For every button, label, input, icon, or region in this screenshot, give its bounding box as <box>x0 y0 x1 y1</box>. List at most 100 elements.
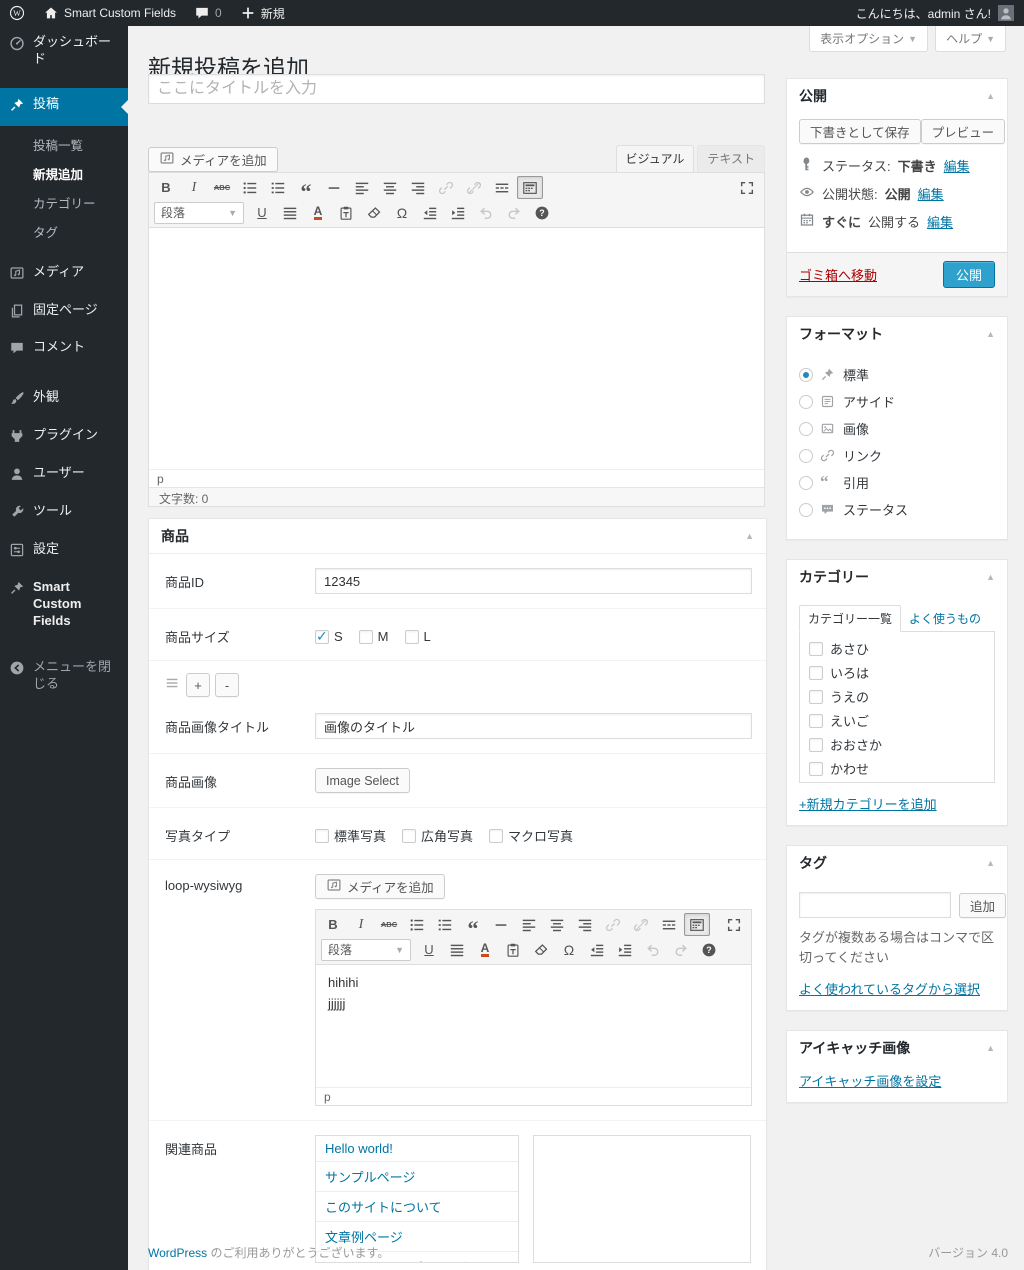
repeat-remove-button[interactable]: - <box>215 673 239 697</box>
format-option-5[interactable]: ステータス <box>799 500 995 519</box>
photo-type-option-0[interactable]: 標準写真 <box>315 826 386 845</box>
sidebar-item-dashboard[interactable]: ダッシュボード <box>0 26 128 76</box>
set-featured-image-link[interactable]: アイキャッチ画像を設定 <box>799 1074 941 1089</box>
indent-button[interactable] <box>612 938 638 961</box>
fullscreen-button[interactable] <box>721 913 747 936</box>
edit-visibility-link[interactable]: 編集 <box>918 184 944 203</box>
featured-image-metabox-header[interactable]: アイキャッチ画像 ▲ <box>787 1031 1007 1065</box>
howdy-greeting[interactable]: こんにちは、admin さん! <box>856 5 991 22</box>
collapse-toggle-icon[interactable]: ▲ <box>986 329 995 339</box>
paste-button[interactable] <box>333 201 359 224</box>
submenu-item-0[interactable]: 投稿一覧 <box>0 130 128 159</box>
help-button[interactable]: ? <box>529 201 555 224</box>
photo-type-option-2[interactable]: マクロ写真 <box>489 826 573 845</box>
paragraph-format-select[interactable]: 段落 ▼ <box>154 201 244 224</box>
photo-type-option-1[interactable]: 広角写真 <box>402 826 473 845</box>
publish-metabox-header[interactable]: 公開 ▲ <box>787 79 1007 113</box>
drag-handle-icon[interactable] <box>165 675 181 696</box>
underline-button[interactable]: U <box>249 201 275 224</box>
related-product-item-0[interactable]: Hello world! <box>316 1136 518 1162</box>
redo-button[interactable] <box>501 201 527 224</box>
aligncenter-button[interactable] <box>544 913 570 936</box>
tab-all-categories[interactable]: カテゴリー一覧 <box>799 605 902 632</box>
sidebar-item-posts[interactable]: 投稿 <box>0 87 128 126</box>
format-metabox-header[interactable]: フォーマット ▲ <box>787 317 1007 351</box>
add-media-button[interactable]: メディアを追加 <box>148 147 278 172</box>
bold-button[interactable]: B <box>153 176 179 199</box>
kitchensink-button[interactable] <box>684 913 710 936</box>
collapse-toggle-icon[interactable]: ▲ <box>986 572 995 582</box>
category-item-4[interactable]: おおさか <box>809 735 994 754</box>
collapse-toggle-icon[interactable]: ▲ <box>986 858 995 868</box>
product-id-input[interactable] <box>315 568 752 594</box>
kitchensink-button[interactable] <box>517 176 543 199</box>
tab-text[interactable]: テキスト <box>697 145 765 172</box>
related-product-item-2[interactable]: このサイトについて <box>316 1192 518 1222</box>
edit-status-link[interactable]: 編集 <box>944 156 970 175</box>
avatar[interactable] <box>998 5 1014 21</box>
photo-type-option-checkbox[interactable] <box>402 828 417 843</box>
size-option-1[interactable]: M <box>358 629 389 644</box>
forecolor-button[interactable]: A <box>305 201 331 224</box>
editor-content-area[interactable] <box>149 228 764 469</box>
category-checkbox[interactable] <box>809 665 823 680</box>
category-checkbox[interactable] <box>809 761 823 776</box>
bold-button[interactable]: B <box>320 913 346 936</box>
strike-button[interactable]: ABC <box>376 913 402 936</box>
category-item-2[interactable]: うえの <box>809 687 994 706</box>
eraser-button[interactable] <box>528 938 554 961</box>
unlink-button[interactable] <box>461 176 487 199</box>
add-new-category-link[interactable]: +新規カテゴリーを追加 <box>799 794 937 813</box>
move-to-trash-link[interactable]: ゴミ箱へ移動 <box>799 265 877 284</box>
image-select-button[interactable]: Image Select <box>315 768 410 793</box>
category-item-3[interactable]: えいご <box>809 711 994 730</box>
repeat-add-button[interactable]: + <box>186 673 210 697</box>
category-checkbox[interactable] <box>809 713 823 728</box>
sidebar-item-media[interactable]: メディア <box>0 256 128 294</box>
paragraph-format-select[interactable]: 段落 ▼ <box>321 938 411 961</box>
product-image-title-input[interactable] <box>315 713 752 739</box>
sidebar-item-tools[interactable]: ツール <box>0 495 128 533</box>
format-radio[interactable] <box>799 394 813 409</box>
new-content-menu-item[interactable]: 新規 <box>231 0 294 26</box>
add-tag-button[interactable]: 追加 <box>959 892 1007 918</box>
underline-button[interactable]: U <box>416 938 442 961</box>
format-radio[interactable] <box>799 421 813 436</box>
comments-menu-item[interactable]: 0 <box>185 0 231 26</box>
sidebar-item-users[interactable]: ユーザー <box>0 457 128 495</box>
fullscreen-button[interactable] <box>734 176 760 199</box>
format-radio[interactable] <box>799 448 813 463</box>
omega-button[interactable]: Ω <box>389 201 415 224</box>
tab-popular-categories[interactable]: よく使うもの <box>901 606 989 631</box>
size-option-checkbox[interactable] <box>358 629 373 644</box>
hr-button[interactable] <box>488 913 514 936</box>
sidebar-item-plugins[interactable]: プラグイン <box>0 419 128 457</box>
quote-button[interactable]: “ <box>293 176 319 204</box>
category-checkbox[interactable] <box>809 737 823 752</box>
more-button[interactable] <box>489 176 515 199</box>
format-option-1[interactable]: アサイド <box>799 392 995 411</box>
editor-content-area[interactable]: hihihi jjjjjj <box>316 965 751 1087</box>
related-product-item-1[interactable]: サンプルページ <box>316 1162 518 1192</box>
ul-button[interactable] <box>237 176 263 199</box>
eraser-button[interactable] <box>361 201 387 224</box>
collapse-toggle-icon[interactable]: ▲ <box>745 531 754 541</box>
quote-button[interactable]: “ <box>460 913 486 941</box>
save-draft-button[interactable]: 下書きとして保存 <box>799 119 921 144</box>
wordpress-footer-link[interactable]: WordPress <box>148 1246 207 1260</box>
category-item-0[interactable]: あさひ <box>809 639 994 658</box>
collapse-toggle-icon[interactable]: ▲ <box>986 91 995 101</box>
strike-button[interactable]: ABC <box>209 176 235 199</box>
category-item-1[interactable]: いろは <box>809 663 994 682</box>
format-option-2[interactable]: 画像 <box>799 419 995 438</box>
category-checkbox[interactable] <box>809 689 823 704</box>
undo-button[interactable] <box>640 938 666 961</box>
ol-button[interactable] <box>432 913 458 936</box>
photo-type-option-checkbox[interactable] <box>315 828 329 843</box>
size-option-checkbox[interactable] <box>404 629 419 644</box>
publish-button[interactable]: 公開 <box>942 261 995 288</box>
sidebar-item-pages[interactable]: 固定ページ <box>0 294 128 332</box>
new-tag-input[interactable] <box>799 892 951 918</box>
ul-button[interactable] <box>404 913 430 936</box>
preview-button[interactable]: プレビュー <box>920 119 1006 144</box>
